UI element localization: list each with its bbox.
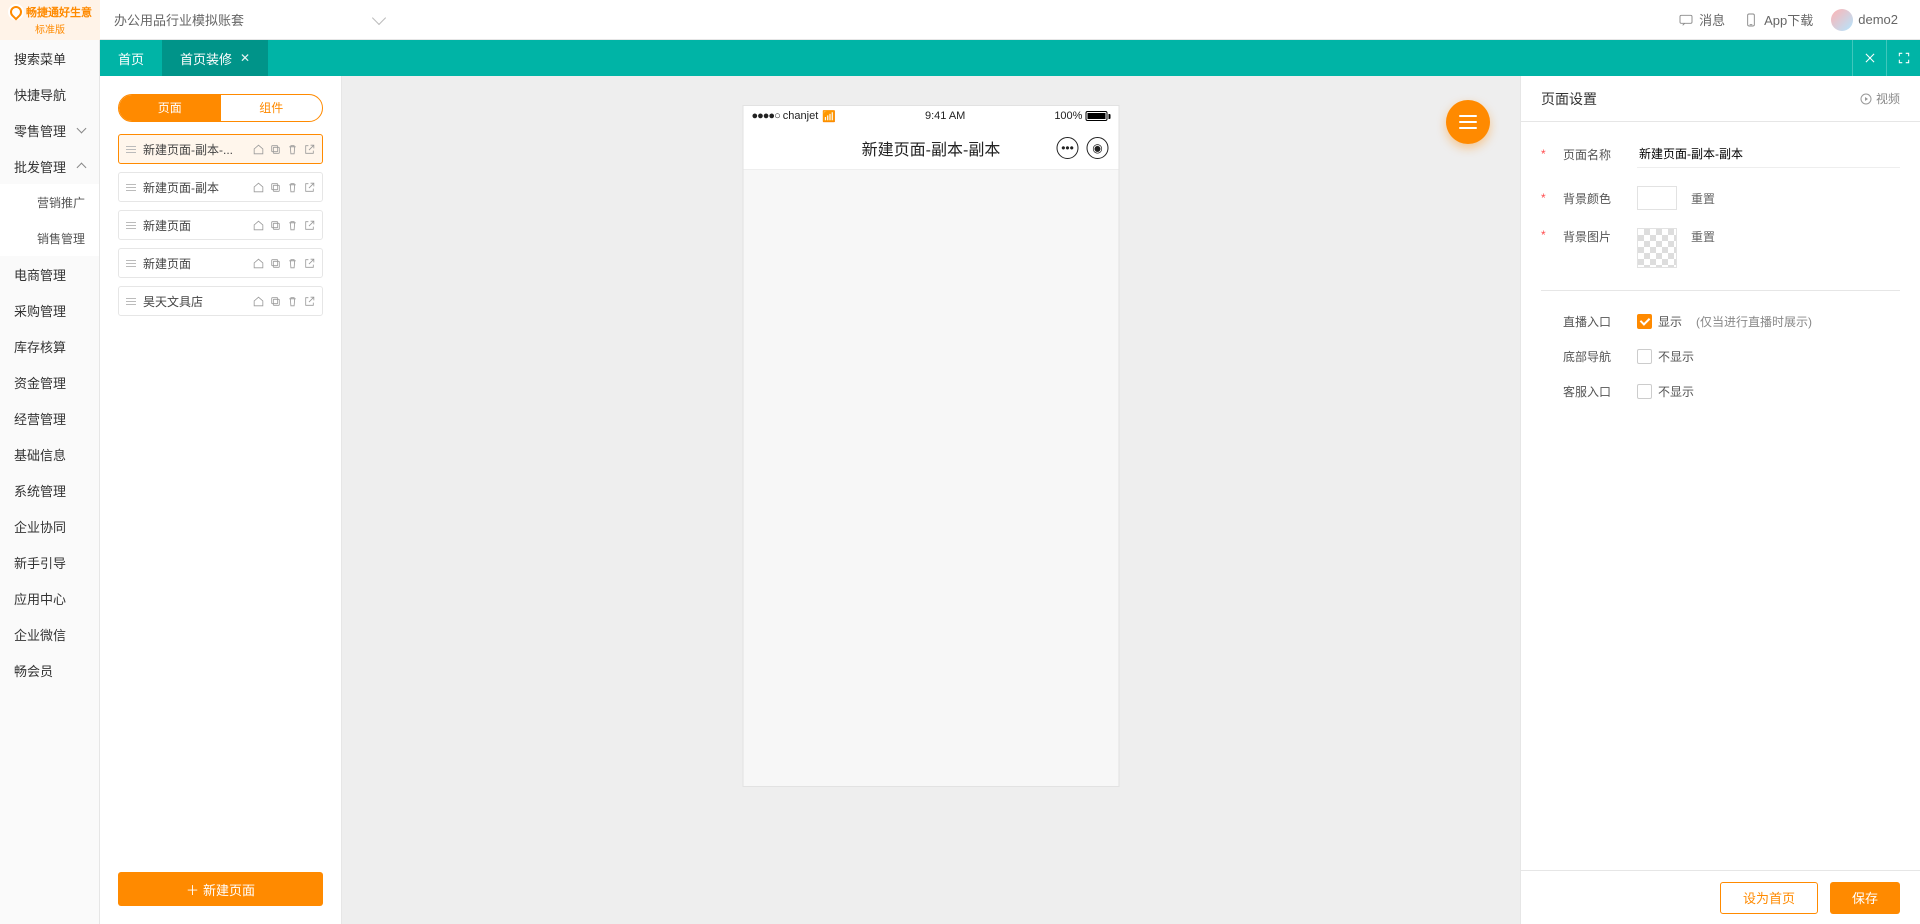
page-row[interactable]: 新建页面 [118,210,323,240]
phone-preview: ●●●●○ chanjet 📶 9:41 AM 100% 新建页面-副本-副本 … [744,106,1119,786]
tab-fullscreen[interactable] [1886,40,1920,76]
bg-image-reset[interactable]: 重置 [1691,228,1715,245]
phone-title: 新建页面-副本-副本 [862,136,1001,160]
avatar-icon [1831,9,1853,31]
brand-edition: 标准版 [35,21,65,36]
delete-icon[interactable] [286,181,299,194]
copy-icon[interactable] [269,295,282,308]
page-name-input[interactable] [1637,140,1900,168]
drag-icon[interactable] [125,260,137,267]
close-icon[interactable]: ✕ [240,51,250,65]
bg-image-picker[interactable] [1637,228,1677,268]
phone-icon [1743,12,1759,28]
delete-icon[interactable] [286,143,299,156]
side-nav: 搜索菜单 快捷导航 零售管理 批发管理 营销推广 销售管理 电商管理 采购管理 … [0,40,100,924]
nav-wholesale[interactable]: 批发管理 [0,148,99,184]
account-selector-label: 办公用品行业模拟账套 [114,10,244,29]
segment-page[interactable]: 页面 [119,95,221,121]
home-icon[interactable] [252,181,265,194]
chevron-up-icon [77,163,87,173]
app-download-button[interactable]: App下载 [1743,10,1813,29]
pages-panel: 页面 组件 新建页面-副本-... [100,76,342,924]
copy-icon[interactable] [269,181,282,194]
nav-quick[interactable]: 快捷导航 [0,76,99,112]
brand-logo: 畅捷通好生意 标准版 [0,0,100,40]
delete-icon[interactable] [286,257,299,270]
share-icon[interactable] [303,257,316,270]
nav-ecom[interactable]: 电商管理 [0,256,99,292]
share-icon[interactable] [303,181,316,194]
nav-system[interactable]: 系统管理 [0,472,99,508]
tab-home[interactable]: 首页 [100,40,162,76]
phone-more-icon[interactable]: ••• [1057,137,1079,159]
home-icon[interactable] [252,295,265,308]
drag-icon[interactable] [125,184,137,191]
home-icon[interactable] [252,257,265,270]
logo-icon [8,4,24,20]
drag-icon[interactable] [125,298,137,305]
phone-header: 新建页面-副本-副本 ••• ◉ [744,126,1119,170]
page-list: 新建页面-副本-... 新建页面-副本 [118,134,323,860]
app-bar: 畅捷通好生意 标准版 办公用品行业模拟账套 消息 App下载 demo2 [0,0,1920,40]
page-row[interactable]: 新建页面-副本-... [118,134,323,164]
share-icon[interactable] [303,295,316,308]
delete-icon[interactable] [286,219,299,232]
nav-funds[interactable]: 资金管理 [0,364,99,400]
nav-retail[interactable]: 零售管理 [0,112,99,148]
copy-icon[interactable] [269,257,282,270]
new-page-button[interactable]: ＋新建页面 [118,872,323,906]
drag-icon[interactable] [125,222,137,229]
page-row[interactable]: 新建页面-副本 [118,172,323,202]
tab-close-all[interactable] [1852,40,1886,76]
share-icon[interactable] [303,143,316,156]
user-menu[interactable]: demo2 [1831,9,1898,31]
save-button[interactable]: 保存 [1830,882,1900,914]
nav-marketing[interactable]: 营销推广 [0,184,99,220]
nav-guide[interactable]: 新手引导 [0,544,99,580]
live-entry-checkbox[interactable]: 显示 [1637,313,1682,330]
bottom-nav-checkbox[interactable]: 不显示 [1637,348,1694,365]
tab-design[interactable]: 首页装修✕ [162,40,268,76]
tab-bar: 首页 首页装修✕ [100,40,1920,76]
set-home-button[interactable]: 设为首页 [1720,882,1818,914]
nav-sales[interactable]: 销售管理 [0,220,99,256]
delete-icon[interactable] [286,295,299,308]
service-entry-checkbox[interactable]: 不显示 [1637,383,1694,400]
messages-button[interactable]: 消息 [1678,10,1725,29]
segment-control: 页面 组件 [118,94,323,122]
phone-status-bar: ●●●●○ chanjet 📶 9:41 AM 100% [744,106,1119,126]
drag-icon[interactable] [125,146,137,153]
canvas-menu-fab[interactable] [1446,100,1490,144]
nav-coop[interactable]: 企业协同 [0,508,99,544]
settings-panel: 页面设置 视频 *页面名称 *背景颜色 重置 [1520,76,1920,924]
account-selector[interactable]: 办公用品行业模拟账套 [114,10,384,29]
design-canvas: ●●●●○ chanjet 📶 9:41 AM 100% 新建页面-副本-副本 … [342,76,1520,924]
nav-search[interactable]: 搜索菜单 [0,40,99,76]
settings-title: 页面设置 [1541,89,1597,109]
page-row[interactable]: 新建页面 [118,248,323,278]
message-icon [1678,12,1694,28]
copy-icon[interactable] [269,219,282,232]
chevron-down-icon [372,10,386,24]
share-icon[interactable] [303,219,316,232]
nav-purchase[interactable]: 采购管理 [0,292,99,328]
segment-component[interactable]: 组件 [221,95,323,121]
nav-inventory[interactable]: 库存核算 [0,328,99,364]
phone-target-icon[interactable]: ◉ [1087,137,1109,159]
bg-color-reset[interactable]: 重置 [1691,190,1715,207]
nav-appcenter[interactable]: 应用中心 [0,580,99,616]
chevron-down-icon [77,124,87,134]
nav-wholesale-sub: 营销推广 销售管理 [0,184,99,256]
nav-operate[interactable]: 经营管理 [0,400,99,436]
bg-color-swatch[interactable] [1637,186,1677,210]
brand-name: 畅捷通好生意 [26,4,92,20]
copy-icon[interactable] [269,143,282,156]
nav-basic[interactable]: 基础信息 [0,436,99,472]
video-help-button[interactable]: 视频 [1860,90,1900,107]
nav-wechat[interactable]: 企业微信 [0,616,99,652]
home-icon[interactable] [252,219,265,232]
page-row[interactable]: 昊天文具店 [118,286,323,316]
nav-member[interactable]: 畅会员 [0,652,99,688]
home-icon[interactable] [252,143,265,156]
